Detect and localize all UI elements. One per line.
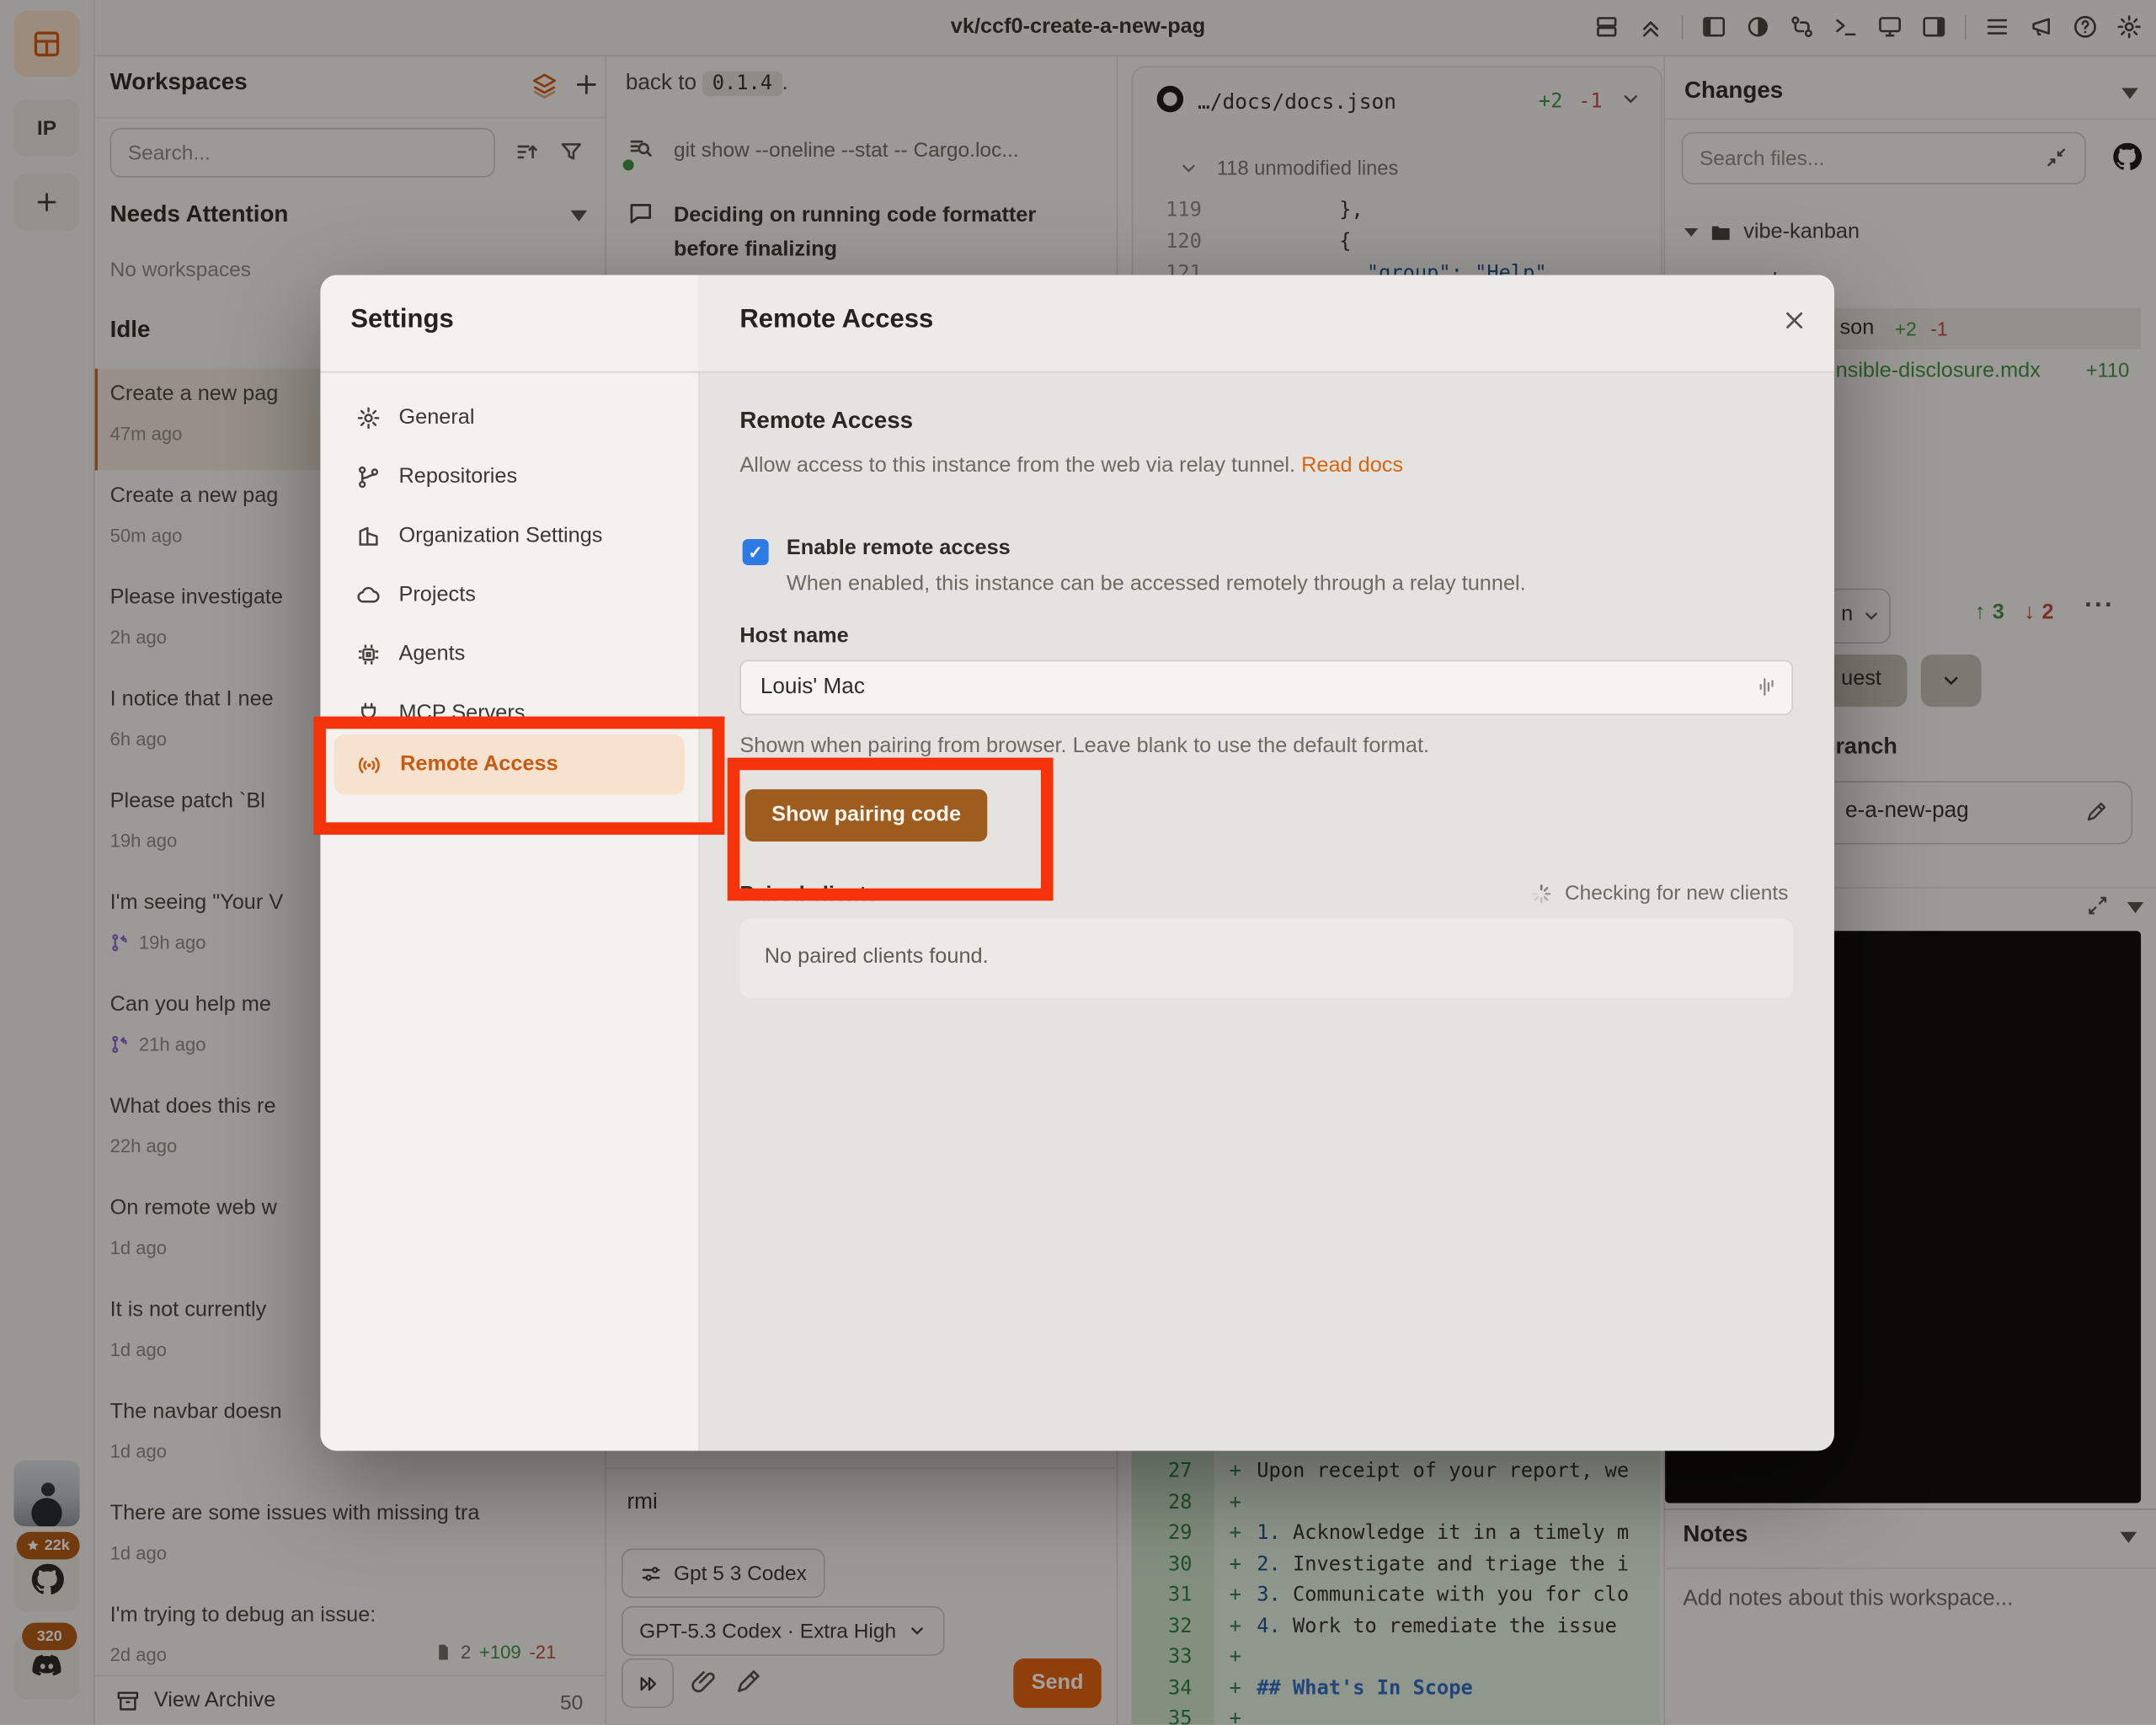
settings-modal: Settings General Repositories Organizati… [320, 275, 1834, 1451]
nav-label: Repositories [398, 465, 517, 489]
nav-label: Agents [398, 642, 465, 666]
nav-label: General [398, 406, 474, 430]
enable-remote-access-label: Enable remote access [787, 537, 1011, 561]
checking-clients-status: Checking for new clients [1530, 882, 1788, 905]
nav-item-agents[interactable]: Agents [334, 627, 685, 681]
git-branch-icon [356, 465, 381, 489]
modal-title: Remote Access [739, 305, 933, 335]
nav-item-repositories[interactable]: Repositories [334, 450, 685, 505]
host-name-input[interactable]: Louis' Mac [739, 660, 1793, 715]
app-window: vk/ccf0-create-a-new-pag IP [0, 0, 2156, 1724]
section-description: Allow access to this instance from the w… [739, 454, 1403, 478]
nav-item-general[interactable]: General [334, 391, 685, 446]
enable-remote-access-description: When enabled, this instance can be acces… [787, 572, 1526, 596]
input-cursor-icon [1756, 676, 1780, 699]
no-clients-text: No paired clients found. [765, 945, 989, 969]
cloud-icon [356, 583, 381, 607]
gear-icon [356, 406, 381, 430]
section-title: Remote Access [739, 407, 913, 435]
host-name-value: Louis' Mac [760, 676, 865, 700]
nav-item-projects[interactable]: Projects [334, 568, 685, 622]
enable-remote-access-checkbox[interactable]: ✓ [743, 539, 769, 565]
close-icon[interactable] [1780, 307, 1808, 334]
settings-nav: Settings General Repositories Organizati… [320, 275, 700, 1451]
host-name-label: Host name [739, 624, 848, 649]
spinner-icon [1530, 882, 1552, 904]
building-icon [356, 524, 381, 548]
nav-item-organization-settings[interactable]: Organization Settings [334, 509, 685, 563]
nav-label: Projects [398, 583, 475, 607]
annotation-box-remote-access-nav [313, 717, 724, 835]
settings-title: Settings [350, 305, 453, 335]
host-name-hint: Shown when pairing from browser. Leave b… [739, 734, 1429, 759]
divider [320, 371, 1834, 373]
nav-label: Organization Settings [398, 524, 602, 548]
annotation-box-show-pairing-code [728, 758, 1054, 901]
cpu-icon [356, 642, 381, 666]
read-docs-link[interactable]: Read docs [1301, 454, 1403, 478]
paired-clients-panel: No paired clients found. [739, 919, 1793, 999]
